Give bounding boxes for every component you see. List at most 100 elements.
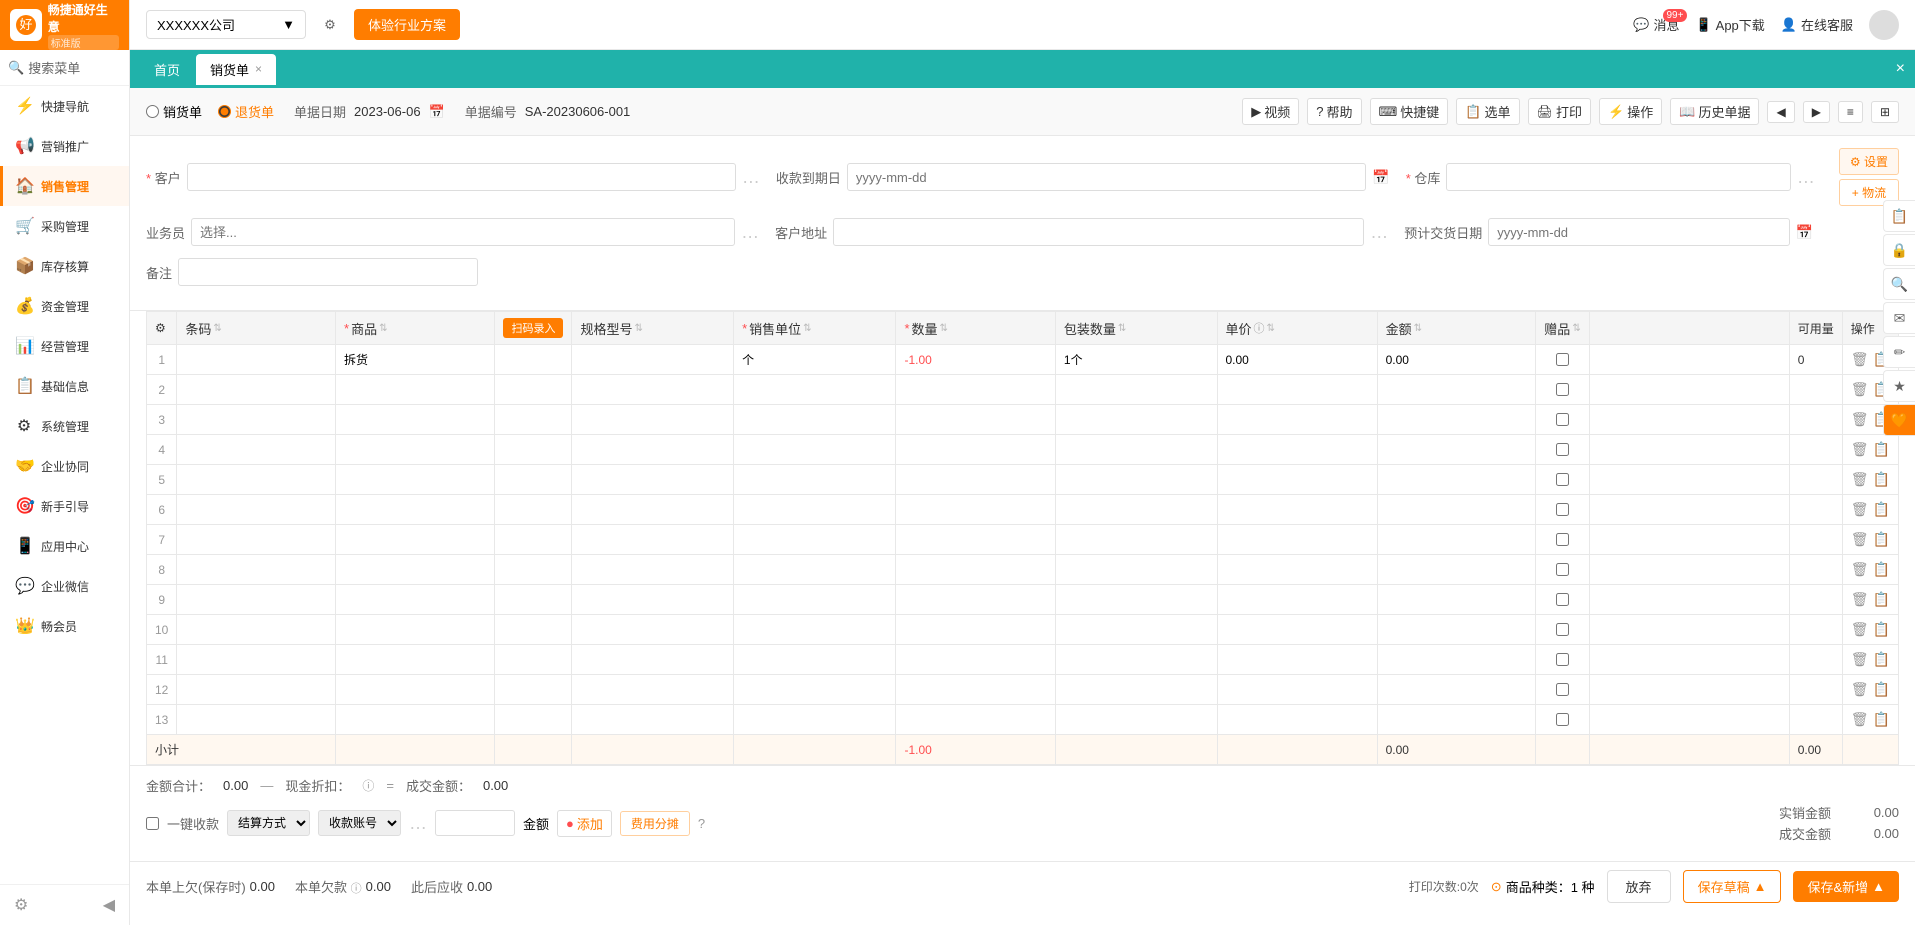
row-unit[interactable] (734, 345, 896, 375)
notes-input[interactable] (178, 258, 478, 286)
quantity-input[interactable] (904, 653, 1046, 667)
row-unit-price[interactable] (1217, 495, 1377, 525)
gift-checkbox[interactable] (1556, 503, 1569, 516)
unit-input[interactable] (742, 563, 887, 577)
row-unit[interactable] (734, 615, 896, 645)
unit-price-input[interactable] (1226, 713, 1369, 727)
row-copy-icon[interactable]: 📋 (1873, 651, 1890, 668)
row-quantity[interactable] (896, 675, 1055, 705)
row-delete-icon[interactable]: 🗑 (1851, 501, 1869, 518)
note-input[interactable] (1598, 683, 1781, 697)
row-quantity[interactable] (896, 405, 1055, 435)
row-quantity[interactable] (896, 495, 1055, 525)
tab-home[interactable]: 首页 (140, 52, 194, 87)
row-unit[interactable] (734, 465, 896, 495)
product-input[interactable] (344, 623, 486, 637)
spec-input[interactable] (580, 413, 725, 427)
row-copy-icon[interactable]: 📋 (1873, 561, 1890, 578)
quantity-input[interactable] (904, 383, 1046, 397)
unit-price-input[interactable] (1226, 653, 1369, 667)
amount-input[interactable] (1386, 623, 1528, 637)
row-spec[interactable] (572, 405, 734, 435)
row-barcode[interactable] (177, 495, 336, 525)
row-unit[interactable] (734, 645, 896, 675)
row-pack-qty[interactable] (1055, 615, 1217, 645)
row-product[interactable] (336, 495, 495, 525)
row-barcode[interactable] (177, 675, 336, 705)
row-delete-icon[interactable]: 🗑 (1851, 441, 1869, 458)
side-action-mail[interactable]: ✉ (1883, 302, 1915, 334)
row-amount[interactable] (1377, 375, 1536, 405)
row-spec[interactable] (572, 375, 734, 405)
row-pack-qty[interactable] (1055, 405, 1217, 435)
side-action-clipboard[interactable]: 📋 (1883, 200, 1915, 232)
quantity-input[interactable] (904, 563, 1046, 577)
row-spec[interactable] (572, 645, 734, 675)
row-copy-icon[interactable]: 📋 (1873, 471, 1890, 488)
product-input[interactable] (344, 533, 486, 547)
gift-checkbox[interactable] (1556, 413, 1569, 426)
calc-method-select[interactable]: 结算方式 (227, 810, 310, 836)
salesperson-input[interactable] (191, 218, 735, 246)
gift-checkbox[interactable] (1556, 563, 1569, 576)
row-spec[interactable] (572, 435, 734, 465)
row-pack-qty[interactable] (1055, 375, 1217, 405)
side-action-edit[interactable]: ✏ (1883, 336, 1915, 368)
row-amount[interactable] (1377, 675, 1536, 705)
spec-input[interactable] (580, 473, 725, 487)
row-gift[interactable] (1536, 645, 1589, 675)
sidebar-item-newbie[interactable]: 🎯 新手引导 (0, 486, 129, 526)
row-pack-qty[interactable] (1055, 465, 1217, 495)
expected-date-calendar-icon[interactable]: 📅 (1796, 224, 1813, 241)
row-barcode[interactable] (177, 375, 336, 405)
unit-input[interactable] (742, 653, 887, 667)
row-barcode[interactable] (177, 555, 336, 585)
spec-input[interactable] (580, 683, 725, 697)
row-unit[interactable] (734, 375, 896, 405)
unit-input[interactable] (742, 473, 887, 487)
pay-amount-input[interactable] (435, 810, 515, 836)
row-note[interactable] (1589, 555, 1789, 585)
row-quantity[interactable] (896, 345, 1055, 375)
row-spec[interactable] (572, 555, 734, 585)
pack-qty-input[interactable] (1064, 623, 1209, 637)
unit-input[interactable] (742, 623, 887, 637)
row-note[interactable] (1589, 705, 1789, 735)
barcode-input[interactable] (185, 353, 327, 367)
sidebar-item-quick-nav[interactable]: ⚡ 快捷导航 (0, 86, 129, 126)
note-input[interactable] (1598, 623, 1781, 637)
customer-addr-more-icon[interactable]: … (1370, 223, 1388, 241)
discount-info-icon[interactable]: ⓘ (362, 777, 374, 794)
quantity-input[interactable] (904, 353, 1046, 367)
row-barcode[interactable] (177, 615, 336, 645)
row-spec[interactable] (572, 465, 734, 495)
row-note[interactable] (1589, 675, 1789, 705)
spec-input[interactable] (580, 563, 725, 577)
row-gift[interactable] (1536, 585, 1589, 615)
th-config[interactable]: ⚙ (147, 312, 177, 345)
sidebar-item-purchase[interactable]: 🛒 采购管理 (0, 206, 129, 246)
row-copy-icon[interactable]: 📋 (1873, 711, 1890, 728)
customer-addr-input[interactable] (833, 218, 1364, 246)
row-pack-qty[interactable] (1055, 555, 1217, 585)
row-note[interactable] (1589, 495, 1789, 525)
select-btn[interactable]: 📋 选单 (1456, 98, 1519, 125)
gift-checkbox[interactable] (1556, 353, 1569, 366)
barcode-input[interactable] (185, 473, 327, 487)
amount-input[interactable] (1386, 383, 1528, 397)
help-btn[interactable]: ? 帮助 (1307, 98, 1361, 125)
row-delete-icon[interactable]: 🗑 (1851, 351, 1869, 368)
note-input[interactable] (1598, 653, 1781, 667)
pack-qty-input[interactable] (1064, 413, 1209, 427)
pack-qty-input[interactable] (1064, 473, 1209, 487)
quantity-input[interactable] (904, 503, 1046, 517)
row-quantity[interactable] (896, 585, 1055, 615)
row-amount[interactable] (1377, 465, 1536, 495)
topbar-gear-icon[interactable]: ⚙ (316, 11, 344, 39)
row-gift[interactable] (1536, 555, 1589, 585)
pack-qty-input[interactable] (1064, 683, 1209, 697)
unit-price-input[interactable] (1226, 683, 1369, 697)
note-input[interactable] (1598, 413, 1781, 427)
gift-checkbox[interactable] (1556, 593, 1569, 606)
row-note[interactable] (1589, 405, 1789, 435)
